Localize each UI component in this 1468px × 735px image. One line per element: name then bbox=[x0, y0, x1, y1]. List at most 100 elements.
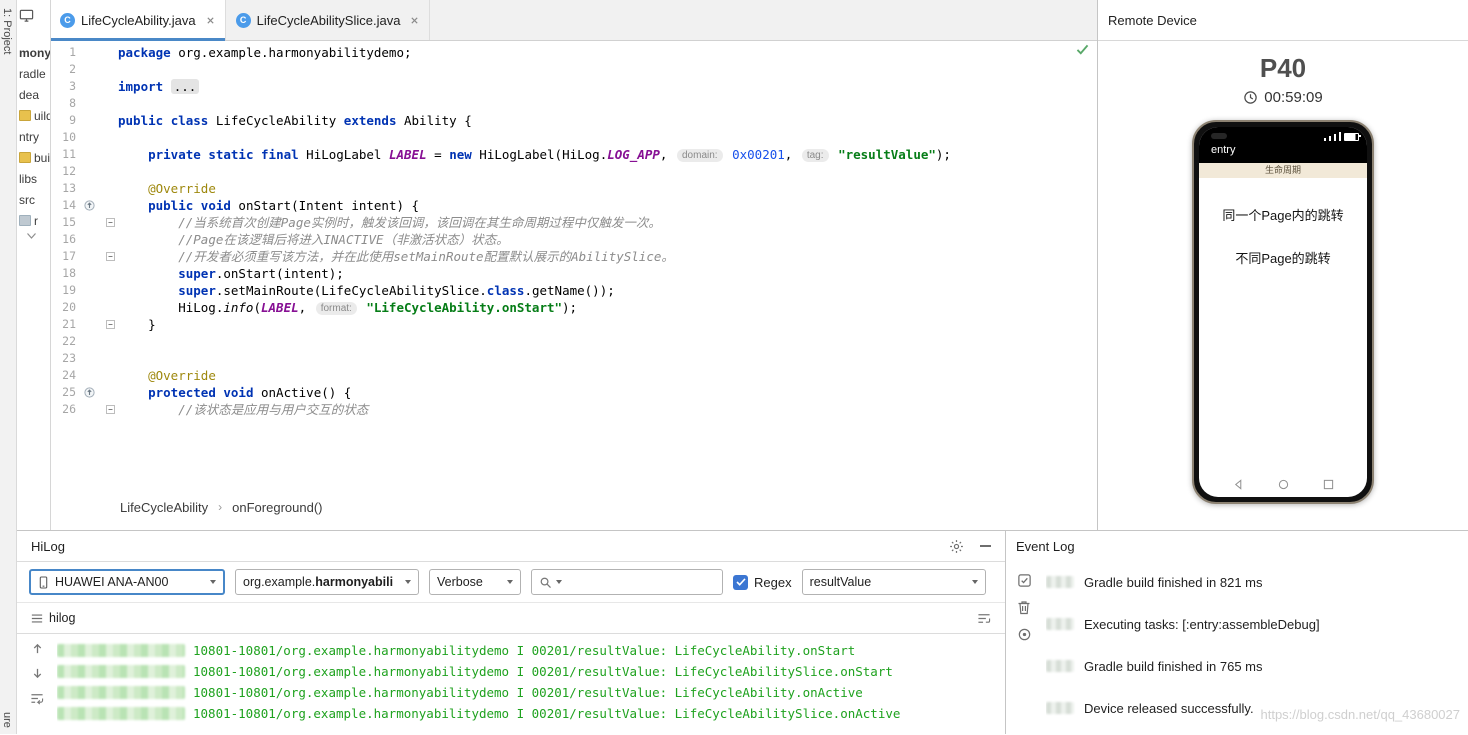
log-search-field[interactable] bbox=[531, 569, 723, 595]
close-icon[interactable] bbox=[410, 16, 419, 25]
nav-back-icon[interactable] bbox=[1233, 478, 1244, 490]
fold-icon[interactable] bbox=[102, 214, 118, 231]
scroll-up-icon[interactable] bbox=[31, 642, 44, 655]
code-text: super.setMainRoute(LifeCycleAbilitySlice… bbox=[178, 283, 615, 298]
search-input[interactable] bbox=[566, 574, 715, 590]
tool-button-structure[interactable]: ure bbox=[1, 712, 13, 728]
override-icon[interactable] bbox=[76, 384, 102, 401]
device-selector[interactable]: HUAWEI ANA-AN00 bbox=[29, 569, 225, 595]
gutter-spacer bbox=[76, 248, 102, 265]
trash-icon[interactable] bbox=[1017, 600, 1031, 615]
code-line: 8 bbox=[50, 95, 1085, 112]
project-tool-icon[interactable] bbox=[19, 8, 34, 23]
tool-button-project[interactable]: 1: Project bbox=[1, 8, 13, 54]
code-line: 15 //当系统首次创建Page实例时，触发该回调，该回调在其生命周期过程中仅触… bbox=[50, 214, 1085, 231]
line-number: 24 bbox=[62, 368, 76, 382]
code-area[interactable]: 1 package org.example.harmonyabilitydemo;… bbox=[50, 40, 1085, 488]
log-filter-selector[interactable]: resultValue bbox=[801, 569, 986, 595]
hilog-tab-row: hilog bbox=[17, 603, 1005, 634]
log-line-text: 10801-10801/org.example.harmonyabilityde… bbox=[193, 706, 901, 721]
code-line: 17 //开发者必须重写该方法，并在此使用setMainRoute配置默认展示的… bbox=[50, 248, 1085, 265]
project-item[interactable]: radle bbox=[19, 63, 50, 84]
event-log-entry: Device released successfully. bbox=[1046, 687, 1462, 729]
project-item[interactable]: uild bbox=[19, 105, 50, 126]
code-line: 16 //Page在该逻辑后将进入INACTIVE（非激活状态）状态。 bbox=[50, 231, 1085, 248]
editor-tab-bar: C LifeCycleAbility.java C LifeCycleAbili… bbox=[50, 0, 1097, 41]
log-level-selector[interactable]: Verbose bbox=[429, 569, 521, 595]
session-timer: 00:59:09 bbox=[1098, 89, 1468, 106]
line-number: 2 bbox=[69, 62, 76, 76]
project-item[interactable]: libs bbox=[19, 168, 50, 189]
gutter-spacer bbox=[76, 78, 102, 95]
checkbox-checked-icon bbox=[733, 574, 748, 590]
project-item-label: buil bbox=[34, 150, 50, 165]
button-diff-page-jump[interactable]: 不同Page的跳转 bbox=[1199, 248, 1367, 267]
event-log-text: Gradle build finished in 821 ms bbox=[1084, 574, 1263, 590]
fold-icon[interactable] bbox=[102, 316, 118, 333]
clock-icon bbox=[1243, 90, 1258, 105]
minimize-icon[interactable] bbox=[980, 545, 991, 547]
event-log-entries[interactable]: Gradle build finished in 821 ms Executing… bbox=[1046, 561, 1462, 729]
project-item[interactable]: r bbox=[19, 210, 50, 231]
hilog-body: 10801-10801/org.example.harmonyabilityde… bbox=[17, 632, 1005, 735]
tab-hilog[interactable]: hilog bbox=[31, 611, 75, 625]
scroll-down-icon[interactable] bbox=[31, 667, 44, 680]
tab-lifecycleabilityslice[interactable]: C LifeCycleAbilitySlice.java bbox=[226, 0, 431, 40]
breadcrumb-member[interactable]: onForeground() bbox=[232, 500, 322, 515]
override-icon[interactable] bbox=[76, 197, 102, 214]
tab-lifecycleability[interactable]: C LifeCycleAbility.java bbox=[50, 0, 226, 41]
gutter-spacer bbox=[76, 146, 102, 163]
settings-gear-icon[interactable] bbox=[949, 539, 964, 554]
redacted-timestamp bbox=[1046, 702, 1074, 714]
remote-device-title: Remote Device bbox=[1108, 12, 1197, 28]
soft-wrap-icon[interactable] bbox=[977, 612, 991, 625]
redacted-timestamp bbox=[57, 686, 185, 699]
project-item-label: r bbox=[34, 213, 38, 228]
code-line: 20 HiLog.info(LABEL, format: "LifeCycleA… bbox=[50, 299, 1085, 316]
line-number: 15 bbox=[62, 215, 76, 229]
event-log-text: Executing tasks: [:entry:assembleDebug] bbox=[1084, 616, 1320, 632]
project-item[interactable]: buil bbox=[19, 147, 50, 168]
fold-icon[interactable] bbox=[102, 401, 118, 418]
code-line: 18 super.onStart(intent); bbox=[50, 265, 1085, 282]
line-number: 10 bbox=[62, 130, 76, 144]
fold-icon[interactable] bbox=[102, 248, 118, 265]
chevron-down-icon bbox=[556, 580, 562, 584]
package-selector[interactable]: org.example.harmonyabili bbox=[235, 569, 419, 595]
hilog-lines[interactable]: 10801-10801/org.example.harmonyabilityde… bbox=[57, 632, 1005, 735]
code-text: //该状态是应用与用户交互的状态 bbox=[178, 402, 369, 417]
wrap-lines-icon[interactable] bbox=[30, 692, 44, 705]
line-number: 16 bbox=[62, 232, 76, 246]
line-number: 9 bbox=[69, 113, 76, 127]
project-item-label: dea bbox=[19, 87, 40, 102]
button-same-page-jump[interactable]: 同一个Page内的跳转 bbox=[1199, 205, 1367, 224]
project-item[interactable]: monyA bbox=[19, 42, 50, 63]
java-class-icon: C bbox=[235, 12, 251, 28]
code-line: 2 bbox=[50, 61, 1085, 78]
close-icon[interactable] bbox=[206, 16, 215, 25]
code-line: 26 //该状态是应用与用户交互的状态 bbox=[50, 401, 1085, 418]
nav-home-icon[interactable] bbox=[1278, 479, 1289, 490]
breadcrumb-class[interactable]: LifeCycleAbility bbox=[120, 500, 208, 515]
regex-checkbox[interactable]: Regex bbox=[733, 574, 792, 590]
nav-recent-icon[interactable] bbox=[1323, 479, 1334, 490]
code-text: //当系统首次创建Page实例时，触发该回调，该回调在其生命周期过程中仅触发一次… bbox=[178, 215, 661, 230]
gutter-spacer bbox=[76, 129, 102, 146]
code-line: 1 package org.example.harmonyabilitydemo; bbox=[50, 44, 1085, 61]
session-timer-value: 00:59:09 bbox=[1264, 89, 1323, 106]
record-target-icon[interactable] bbox=[1017, 627, 1032, 642]
project-item-label: libs bbox=[19, 171, 38, 186]
project-item[interactable]: ntry bbox=[19, 126, 50, 147]
line-number: 14 bbox=[62, 198, 76, 212]
chevron-down-icon bbox=[210, 580, 216, 584]
chevron-down-icon[interactable] bbox=[27, 233, 36, 239]
event-settings-icon[interactable] bbox=[1017, 573, 1032, 588]
inspection-ok-icon[interactable] bbox=[1076, 44, 1089, 55]
gutter-spacer bbox=[76, 350, 102, 367]
project-item[interactable]: src bbox=[19, 189, 50, 210]
project-item[interactable]: dea bbox=[19, 84, 50, 105]
chevron-down-icon bbox=[507, 580, 513, 584]
